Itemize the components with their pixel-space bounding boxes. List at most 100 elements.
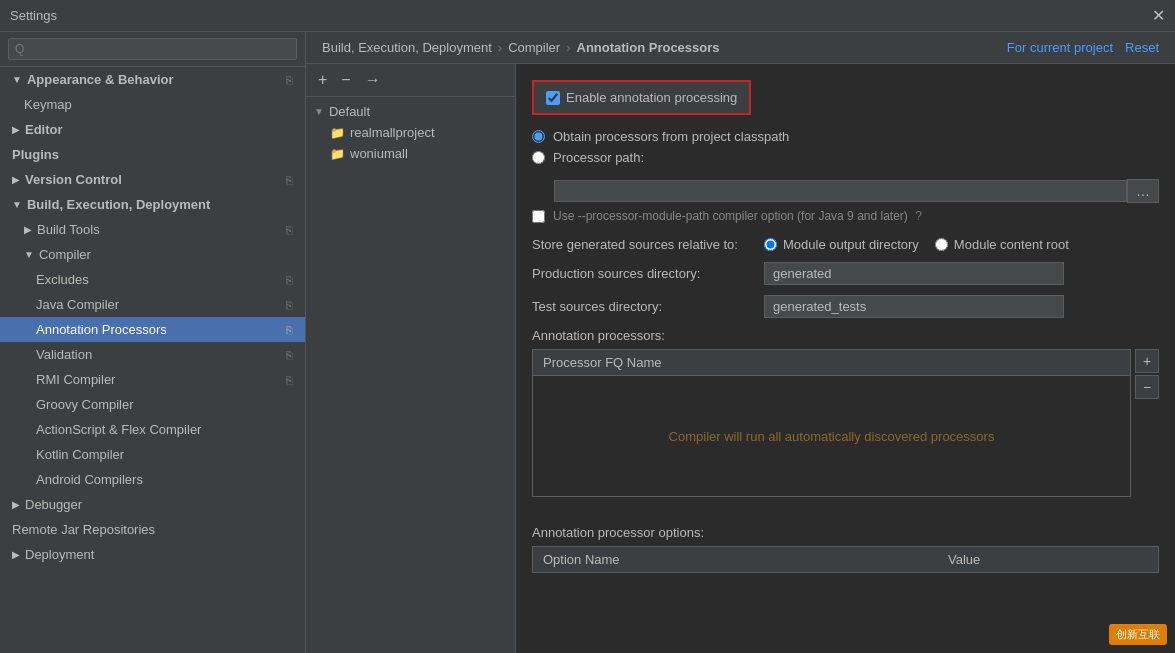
sidebar-item-validation[interactable]: Validation ⎘ [0,342,305,367]
remove-button[interactable]: − [337,70,354,90]
breadcrumb-part-3: Annotation Processors [577,40,720,55]
debugger-label: Debugger [25,497,82,512]
sidebar-nav: ▼ Appearance & Behavior ⎘ Keymap ▶ Edito… [0,67,305,653]
tree-item-default[interactable]: ▼ Default [306,101,515,122]
enable-annotation-text: Enable annotation processing [566,90,737,105]
sidebar-item-annotation-processors[interactable]: Annotation Processors ⎘ [0,317,305,342]
groovy-compiler-label: Groovy Compiler [36,397,134,412]
sidebar-item-appearance-behavior[interactable]: ▼ Appearance & Behavior ⎘ [0,67,305,92]
java-compiler-label: Java Compiler [36,297,119,312]
processor-path-label[interactable]: Processor path: [553,150,644,165]
enable-annotation-label[interactable]: Enable annotation processing [546,90,737,105]
vc-arrow-icon: ▶ [12,174,20,185]
sidebar-item-actionscript-flex-compiler[interactable]: ActionScript & Flex Compiler [0,417,305,442]
debugger-arrow-icon: ▶ [12,499,20,510]
sidebar-item-rmi-compiler[interactable]: RMI Compiler ⎘ [0,367,305,392]
remote-jar-label: Remote Jar Repositories [12,522,155,537]
breadcrumb-separator-1: › [498,40,502,55]
bt-label: Build Tools [37,222,100,237]
sidebar-item-version-control[interactable]: ▶ Version Control ⎘ [0,167,305,192]
add-processor-button[interactable]: + [1135,349,1159,373]
close-button[interactable]: ✕ [1152,6,1165,25]
search-input[interactable] [8,38,297,60]
module-content-radio[interactable] [935,238,948,251]
sidebar-item-java-compiler[interactable]: Java Compiler ⎘ [0,292,305,317]
sidebar-item-debugger[interactable]: ▶ Debugger [0,492,305,517]
sidebar-item-excludes[interactable]: Excludes ⎘ [0,267,305,292]
rmi-copy-icon: ⎘ [286,374,293,386]
for-current-project-link[interactable]: For current project [1007,40,1113,55]
help-icon: ? [915,209,922,223]
sidebar-item-compiler[interactable]: ▼ Compiler [0,242,305,267]
search-box [0,32,305,67]
sidebar-item-build-tools[interactable]: ▶ Build Tools ⎘ [0,217,305,242]
production-sources-input[interactable] [764,262,1064,285]
tree-item-realmallproject[interactable]: 📁 realmallproject [306,122,515,143]
content-body: + − → ▼ Default 📁 realmallproject [306,64,1175,653]
collapse-arrow-icon: ▼ [12,74,22,85]
annotation-processors-section-label: Annotation processors: [532,328,1159,343]
annotation-processor-options-label: Annotation processor options: [532,525,1159,540]
header-actions: For current project Reset [1007,40,1159,55]
watermark: 创新互联 [1109,624,1167,645]
sidebar-item-build-execution-deployment[interactable]: ▼ Build, Execution, Deployment [0,192,305,217]
obtain-processors-radio[interactable] [532,130,545,143]
production-sources-row: Production sources directory: [532,262,1159,285]
option-value-header: Value [938,547,1159,573]
title-bar: Settings ✕ [0,0,1175,32]
default-label: Default [329,104,370,119]
remove-processor-button[interactable]: − [1135,375,1159,399]
processor-path-input[interactable] [554,180,1127,202]
store-generated-sources-row: Store generated sources relative to: Mod… [532,237,1159,252]
sidebar-item-android-compilers[interactable]: Android Compilers [0,467,305,492]
content-area: Build, Execution, Deployment › Compiler … [306,32,1175,653]
annotation-processors-label: Annotation Processors [36,322,167,337]
option-name-header: Option Name [533,547,939,573]
tree-content: ▼ Default 📁 realmallproject 📁 woniumall [306,97,515,653]
bed-label: Build, Execution, Deployment [27,197,210,212]
sidebar-item-plugins[interactable]: Plugins [0,142,305,167]
obtain-processors-row: Obtain processors from project classpath [532,129,1159,144]
excludes-label: Excludes [36,272,89,287]
breadcrumb-separator-2: › [566,40,570,55]
obtain-processors-label[interactable]: Obtain processors from project classpath [553,129,789,144]
enable-annotation-checkbox[interactable] [546,91,560,105]
sidebar-item-groovy-compiler[interactable]: Groovy Compiler [0,392,305,417]
copy-icon: ⎘ [286,74,293,86]
use-processor-module-path-checkbox[interactable] [532,210,545,223]
module-output-radio[interactable] [764,238,777,251]
add-button[interactable]: + [314,70,331,90]
sidebar-item-remote-jar-repositories[interactable]: Remote Jar Repositories [0,517,305,542]
deployment-arrow-icon: ▶ [12,549,20,560]
sidebar-item-kotlin-compiler[interactable]: Kotlin Compiler [0,442,305,467]
compiler-arrow-icon: ▼ [24,249,34,260]
reset-link[interactable]: Reset [1125,40,1159,55]
browse-button[interactable]: … [1127,179,1159,203]
sidebar-item-deployment[interactable]: ▶ Deployment [0,542,305,567]
vc-label: Version Control [25,172,122,187]
woniumall-label: woniumall [350,146,408,161]
test-sources-input[interactable] [764,295,1064,318]
kotlin-compiler-label: Kotlin Compiler [36,447,124,462]
module-content-label[interactable]: Module content root [954,237,1069,252]
annotation-processors-copy-icon: ⎘ [286,324,293,336]
sidebar: ▼ Appearance & Behavior ⎘ Keymap ▶ Edito… [0,32,306,653]
production-sources-label: Production sources directory: [532,266,752,281]
android-compilers-label: Android Compilers [36,472,143,487]
enable-annotation-processing-box: Enable annotation processing [532,80,751,115]
vc-copy-icon: ⎘ [286,174,293,186]
processor-path-radio[interactable] [532,151,545,164]
arrow-button[interactable]: → [361,70,385,90]
default-arrow-icon: ▼ [314,106,324,117]
tree-toolbar: + − → [306,64,515,97]
bed-arrow-icon: ▼ [12,199,22,210]
sidebar-item-editor[interactable]: ▶ Editor [0,117,305,142]
sidebar-item-keymap[interactable]: Keymap [0,92,305,117]
module-output-label[interactable]: Module output directory [783,237,919,252]
title-bar-title: Settings [10,8,57,23]
test-sources-row: Test sources directory: [532,295,1159,318]
tree-item-woniumall[interactable]: 📁 woniumall [306,143,515,164]
compiler-label: Compiler [39,247,91,262]
annotation-table: Processor FQ Name [533,350,1130,376]
folder-icon-realmallproject: 📁 [330,126,345,140]
